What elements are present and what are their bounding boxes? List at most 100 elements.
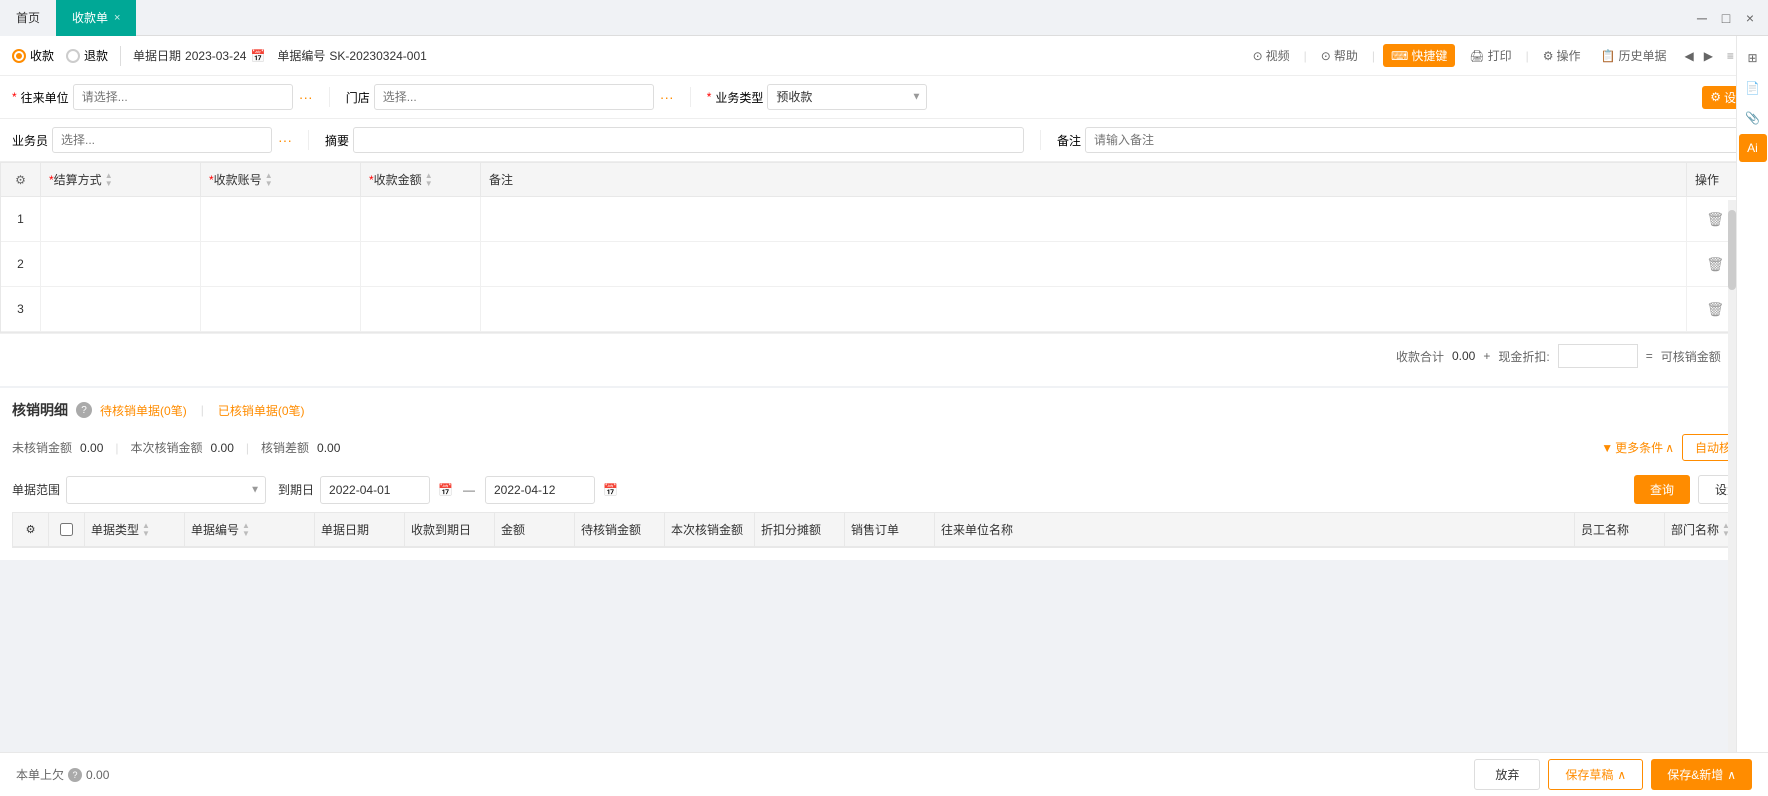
row-3-account[interactable] — [201, 287, 361, 331]
row-2-amount-input[interactable] — [365, 250, 476, 278]
vth-company-label: 往来单位名称 — [941, 521, 1013, 538]
verify-verified-tab[interactable]: 已核销单据(0笔) — [218, 402, 305, 419]
row-3-amount[interactable] — [361, 287, 481, 331]
th-settlement: * 结算方式 ▲▼ — [41, 163, 201, 196]
row-2-remark-input[interactable] — [485, 250, 1682, 278]
minimize-button[interactable]: ─ — [1692, 8, 1712, 28]
vth-checkbox[interactable] — [60, 523, 73, 536]
bottom-bar: 本单上欠 ? 0.00 放弃 保存草稿 ∧ 保存&新增 ∧ — [0, 752, 1768, 796]
tab-receipt[interactable]: 收款单 × — [56, 0, 136, 36]
row-1-settlement-input[interactable] — [45, 205, 196, 233]
staff-more-icon[interactable]: ··· — [278, 132, 292, 148]
query-button[interactable]: 查询 — [1634, 475, 1690, 504]
sidebar-doc-icon[interactable]: 📄 — [1739, 74, 1767, 102]
row-2-account-input[interactable] — [205, 250, 356, 278]
video-icon: ⊙ — [1253, 49, 1263, 63]
row-2-settlement-input[interactable] — [45, 250, 196, 278]
row-1-amount-input[interactable] — [365, 205, 476, 233]
save-draft-button[interactable]: 保存草稿 ∧ — [1548, 759, 1643, 790]
type-label: 业务类型 — [715, 89, 763, 106]
operate-btn[interactable]: ⚙ 操作 — [1537, 45, 1587, 66]
table-row: 1 🗑 📋 — [1, 197, 1767, 242]
bottom-info-help-icon[interactable]: ? — [68, 768, 82, 782]
close-button[interactable]: × — [1740, 8, 1760, 28]
more-conditions-btn[interactable]: ▼ 更多条件 ∧ — [1601, 439, 1674, 456]
vth-gear[interactable]: ⚙ — [13, 513, 49, 546]
range-select[interactable] — [66, 476, 266, 504]
cal-start-icon[interactable]: 📅 — [438, 483, 453, 497]
abandon-button[interactable]: 放弃 — [1474, 759, 1540, 790]
duedate-start-input[interactable] — [320, 476, 430, 504]
th-account-sort[interactable]: ▲▼ — [265, 172, 273, 188]
row-2-amount[interactable] — [361, 242, 481, 286]
row-3-remark[interactable] — [481, 287, 1687, 331]
video-btn[interactable]: ⊙ 视频 — [1247, 45, 1296, 66]
cal-end-icon[interactable]: 📅 — [603, 483, 618, 497]
vth-amount-label: 金额 — [501, 521, 525, 538]
remark-input[interactable] — [1085, 127, 1756, 153]
row-2-remark[interactable] — [481, 242, 1687, 286]
table-row: 2 🗑 📋 — [1, 242, 1767, 287]
calendar-icon[interactable]: 📅 — [250, 49, 265, 63]
radio-refund[interactable]: 退款 — [66, 47, 108, 64]
verify-info-icon[interactable]: ? — [76, 402, 92, 418]
type-select[interactable]: 预收款 — [767, 84, 927, 110]
row-1-remark[interactable] — [481, 197, 1687, 241]
save-new-button[interactable]: 保存&新增 ∧ — [1651, 759, 1752, 790]
company-input[interactable] — [73, 84, 293, 110]
sidebar-ai-icon[interactable]: Ai — [1739, 134, 1767, 162]
th-amount-sort[interactable]: ▲▼ — [425, 172, 433, 188]
row-2-settlement[interactable] — [41, 242, 201, 286]
scrollbar-thumb[interactable] — [1728, 210, 1736, 290]
sidebar-clip-icon[interactable]: 📎 — [1739, 104, 1767, 132]
row-1-remark-input[interactable] — [485, 205, 1682, 233]
vth-pending-label: 待核销金额 — [581, 521, 641, 538]
vth-type-sort[interactable]: ▲▼ — [142, 522, 150, 538]
discount-input[interactable] — [1558, 344, 1638, 368]
row-2-account[interactable] — [201, 242, 361, 286]
row-3-remark-input[interactable] — [485, 295, 1682, 323]
verified-tab-label: 已核销单据 — [218, 404, 278, 418]
vth-company: 往来单位名称 — [935, 513, 1575, 546]
tab-close-icon[interactable]: × — [114, 12, 120, 24]
maximize-button[interactable]: □ — [1716, 8, 1736, 28]
th-settlement-sort[interactable]: ▲▼ — [105, 172, 113, 188]
list-view-btn[interactable]: ≡ — [1725, 47, 1736, 65]
pending-tab-label: 待核销单据 — [100, 404, 160, 418]
vth-type-label: 单据类型 — [91, 521, 139, 538]
duedate-end-input[interactable] — [485, 476, 595, 504]
row-1-settlement[interactable] — [41, 197, 201, 241]
history-icon: 📋 — [1600, 49, 1615, 63]
row-1-delete-icon[interactable]: 🗑 — [1706, 211, 1724, 228]
history-btn[interactable]: 📋 历史单据 — [1594, 45, 1672, 66]
sidebar-table-icon[interactable]: ⊞ — [1739, 44, 1767, 72]
radio-receipt[interactable]: 收款 — [12, 47, 54, 64]
row-1-account-input[interactable] — [205, 205, 356, 233]
range-label: 单据范围 — [12, 481, 60, 498]
verify-table: ⚙ 单据类型 ▲▼ 单据编号 ▲▼ 单据日期 收款到期日 — [12, 512, 1756, 548]
company-more-icon[interactable]: ··· — [299, 89, 313, 105]
shortcut-btn[interactable]: ⌨ 快捷键 — [1383, 44, 1455, 67]
prev-arrow[interactable]: ◀ — [1680, 47, 1697, 65]
table-gear-icon[interactable]: ⚙ — [1, 163, 41, 196]
row-3-settlement-input[interactable] — [45, 295, 196, 323]
shop-input[interactable] — [374, 84, 654, 110]
tab-home[interactable]: 首页 — [0, 0, 56, 36]
next-arrow[interactable]: ▶ — [1700, 47, 1717, 65]
summary-input[interactable] — [353, 127, 1024, 153]
row-3-account-input[interactable] — [205, 295, 356, 323]
row-2-delete-icon[interactable]: 🗑 — [1706, 256, 1724, 273]
shop-more-icon[interactable]: ··· — [660, 89, 674, 105]
row-1-amount[interactable] — [361, 197, 481, 241]
row-3-delete-icon[interactable]: 🗑 — [1706, 301, 1724, 318]
vth-dept-label: 部门名称 — [1671, 521, 1719, 538]
help-btn[interactable]: ⊙ 帮助 — [1315, 45, 1364, 66]
row-3-settlement[interactable] — [41, 287, 201, 331]
verify-pending-tab[interactable]: 待核销单据(0笔) — [100, 402, 187, 419]
staff-input[interactable] — [52, 127, 272, 153]
row-3-amount-input[interactable] — [365, 295, 476, 323]
print-btn[interactable]: 🖨 打印 — [1463, 45, 1517, 66]
th-account-label: 收款账号 — [214, 171, 262, 188]
vth-num-sort[interactable]: ▲▼ — [242, 522, 250, 538]
row-1-account[interactable] — [201, 197, 361, 241]
